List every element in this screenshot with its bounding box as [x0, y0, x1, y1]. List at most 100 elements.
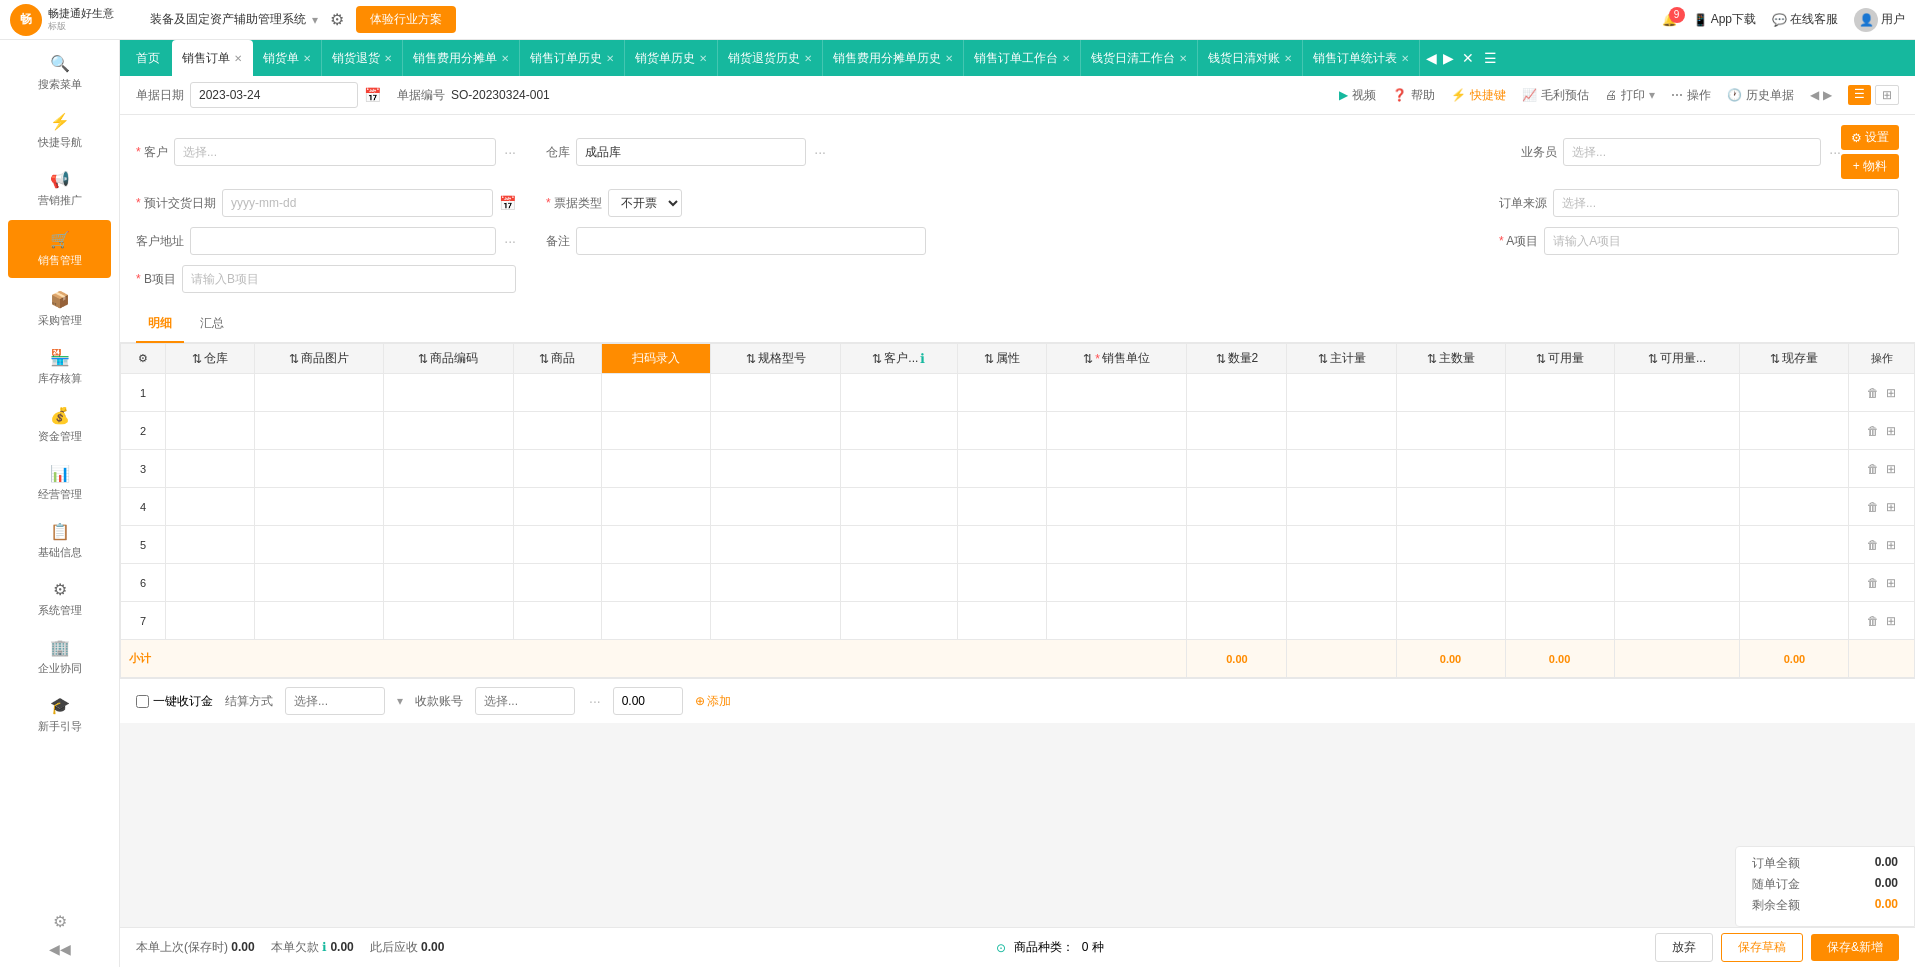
tab-close-workbench[interactable]: ✕: [1062, 53, 1070, 64]
row-spec-2[interactable]: [711, 412, 840, 450]
row-available2-6[interactable]: [1614, 564, 1740, 602]
tab-daily-workbench[interactable]: 钱货日清工作台 ✕: [1081, 40, 1198, 76]
tab-sales-order[interactable]: 销售订单 ✕: [172, 40, 253, 76]
row-barcode-3[interactable]: [602, 450, 711, 488]
row-customer-code-7[interactable]: [840, 602, 957, 640]
next-record-btn[interactable]: ▶: [1823, 88, 1832, 102]
row-product-2[interactable]: [513, 412, 602, 450]
row-main-unit-6[interactable]: [1287, 564, 1396, 602]
prev-record-btn[interactable]: ◀: [1810, 88, 1819, 102]
row-delete-3[interactable]: 🗑: [1867, 462, 1879, 476]
row-customer-code-1[interactable]: [840, 374, 957, 412]
nav-next-arrow[interactable]: ▶: [1441, 48, 1456, 68]
system-title-dropdown[interactable]: ▾: [312, 13, 318, 27]
sidebar-item-guide[interactable]: 🎓 新手引导: [0, 686, 119, 744]
row-available-4[interactable]: [1505, 488, 1614, 526]
one-click-deposit-check[interactable]: 一键收订金: [136, 693, 213, 710]
row-sales-unit-4[interactable]: [1047, 488, 1187, 526]
tab-home[interactable]: 首页: [124, 40, 172, 76]
row-attributes-3[interactable]: [958, 450, 1047, 488]
add-material-btn[interactable]: + 物料: [1841, 154, 1899, 179]
row-warehouse-3[interactable]: [166, 450, 255, 488]
row-main-qty-7[interactable]: [1396, 602, 1505, 640]
staff-input[interactable]: [1563, 138, 1821, 166]
sidebar-item-operations[interactable]: 📊 经营管理: [0, 454, 119, 512]
toolbar-profit-btn[interactable]: 📈 毛利预估: [1522, 87, 1589, 104]
row-available-3[interactable]: [1505, 450, 1614, 488]
tab-expense-history[interactable]: 销售费用分摊单历史 ✕: [823, 40, 964, 76]
row-product-img-1[interactable]: [255, 374, 384, 412]
remark-input[interactable]: [576, 227, 926, 255]
row-product-1[interactable]: [513, 374, 602, 412]
row-main-unit-4[interactable]: [1287, 488, 1396, 526]
tab-close-returns[interactable]: ✕: [384, 53, 392, 64]
sidebar-item-marketing[interactable]: 📢 营销推广: [0, 160, 119, 218]
row-main-unit-3[interactable]: [1287, 450, 1396, 488]
tab-sales-goods[interactable]: 销货单 ✕: [253, 40, 322, 76]
row-qty2-6[interactable]: [1187, 564, 1287, 602]
row-main-qty-2[interactable]: [1396, 412, 1505, 450]
row-available-6[interactable]: [1505, 564, 1614, 602]
row-delete-1[interactable]: 🗑: [1867, 386, 1879, 400]
row-attributes-5[interactable]: [958, 526, 1047, 564]
row-available-1[interactable]: [1505, 374, 1614, 412]
tab-close-expense-split[interactable]: ✕: [501, 53, 509, 64]
toolbar-operations-btn[interactable]: ⋯ 操作: [1671, 87, 1711, 104]
tab-goods-history[interactable]: 销货单历史 ✕: [625, 40, 718, 76]
sidebar-item-purchase[interactable]: 📦 采购管理: [0, 280, 119, 338]
th-settings[interactable]: ⚙: [121, 344, 166, 374]
row-product-img-4[interactable]: [255, 488, 384, 526]
row-warehouse-5[interactable]: [166, 526, 255, 564]
industry-btn[interactable]: 体验行业方案: [356, 6, 456, 33]
bank-account-more-btn[interactable]: ···: [589, 693, 601, 709]
row-customer-code-6[interactable]: [840, 564, 957, 602]
row-main-qty-3[interactable]: [1396, 450, 1505, 488]
b-project-input[interactable]: [182, 265, 516, 293]
row-available2-2[interactable]: [1614, 412, 1740, 450]
row-product-code-1[interactable]: [384, 374, 513, 412]
sidebar-item-quicknav[interactable]: ⚡ 快捷导航: [0, 102, 119, 160]
customer-more-btn[interactable]: ···: [504, 144, 516, 160]
tab-close-sales-goods[interactable]: ✕: [303, 53, 311, 64]
row-available2-3[interactable]: [1614, 450, 1740, 488]
row-spec-6[interactable]: [711, 564, 840, 602]
row-qty2-3[interactable]: [1187, 450, 1287, 488]
row-main-unit-5[interactable]: [1287, 526, 1396, 564]
row-copy-3[interactable]: ⊞: [1886, 462, 1896, 476]
row-product-4[interactable]: [513, 488, 602, 526]
th-barcode[interactable]: 扫码录入: [602, 344, 711, 374]
row-delete-7[interactable]: 🗑: [1867, 614, 1879, 628]
row-main-qty-4[interactable]: [1396, 488, 1505, 526]
row-main-qty-5[interactable]: [1396, 526, 1505, 564]
row-main-unit-2[interactable]: [1287, 412, 1396, 450]
tab-close-sales-order[interactable]: ✕: [234, 53, 242, 64]
tab-close-stats[interactable]: ✕: [1401, 53, 1409, 64]
debt-info-icon[interactable]: ℹ: [322, 940, 327, 954]
discard-btn[interactable]: 放弃: [1655, 933, 1713, 962]
row-qty2-4[interactable]: [1187, 488, 1287, 526]
row-product-img-7[interactable]: [255, 602, 384, 640]
warehouse-more-btn[interactable]: ···: [814, 144, 826, 160]
list-view-btn[interactable]: ⊞: [1875, 85, 1899, 105]
row-available2-4[interactable]: [1614, 488, 1740, 526]
row-main-qty-1[interactable]: [1396, 374, 1505, 412]
row-barcode-2[interactable]: [602, 412, 711, 450]
deposit-amount-input[interactable]: [613, 687, 683, 715]
notifications[interactable]: 🔔 9: [1662, 13, 1677, 27]
row-copy-6[interactable]: ⊞: [1886, 576, 1896, 590]
order-source-input[interactable]: [1553, 189, 1899, 217]
invoice-select[interactable]: 不开票: [608, 189, 682, 217]
staff-more-btn[interactable]: ···: [1829, 144, 1841, 160]
row-sales-unit-6[interactable]: [1047, 564, 1187, 602]
row-product-code-7[interactable]: [384, 602, 513, 640]
row-attributes-2[interactable]: [958, 412, 1047, 450]
calendar-icon[interactable]: 📅: [364, 87, 381, 103]
tab-close-order-history[interactable]: ✕: [606, 53, 614, 64]
row-available2-5[interactable]: [1614, 526, 1740, 564]
add-deposit-btn[interactable]: ⊕ 添加: [695, 693, 731, 710]
save-new-btn[interactable]: 保存&新增: [1811, 934, 1899, 961]
row-barcode-1[interactable]: [602, 374, 711, 412]
row-qty2-2[interactable]: [1187, 412, 1287, 450]
row-qty2-7[interactable]: [1187, 602, 1287, 640]
row-product-img-3[interactable]: [255, 450, 384, 488]
